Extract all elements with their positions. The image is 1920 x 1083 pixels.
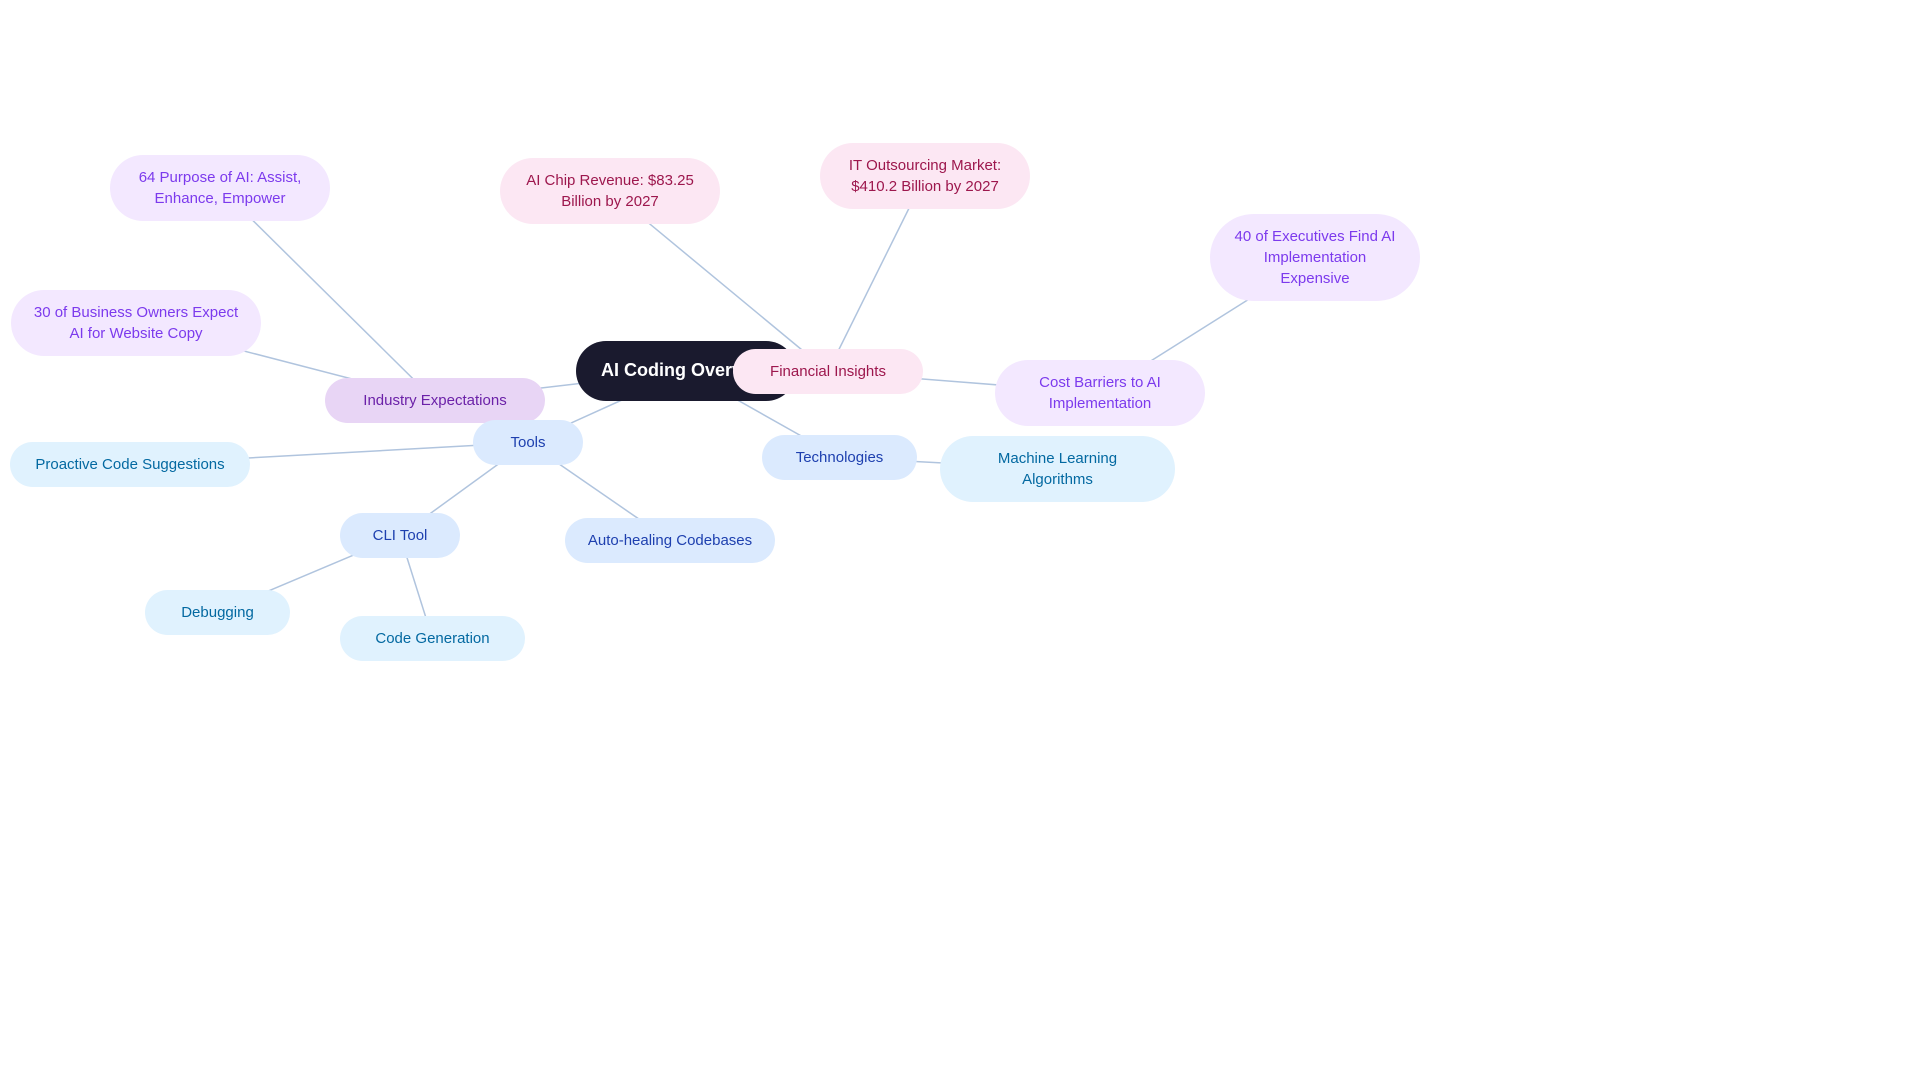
node-it-outsourcing: IT Outsourcing Market: $410.2 Billion by… [820, 143, 1030, 209]
node-machine-learning: Machine Learning Algorithms [940, 436, 1175, 502]
node-tools: Tools [473, 420, 583, 465]
node-executives-expensive: 40 of Executives Find AI Implementation … [1210, 214, 1420, 301]
node-industry-expectations: Industry Expectations [325, 378, 545, 423]
node-business-owners: 30 of Business Owners Expect AI for Webs… [11, 290, 261, 356]
node-purpose-of-ai: 64 Purpose of AI: Assist, Enhance, Empow… [110, 155, 330, 221]
node-code-generation: Code Generation [340, 616, 525, 661]
node-debugging: Debugging [145, 590, 290, 635]
node-cost-barriers: Cost Barriers to AI Implementation [995, 360, 1205, 426]
node-financial-insights: Financial Insights [733, 349, 923, 394]
node-cli-tool: CLI Tool [340, 513, 460, 558]
node-ai-chip-revenue: AI Chip Revenue: $83.25 Billion by 2027 [500, 158, 720, 224]
node-proactive-code: Proactive Code Suggestions [10, 442, 250, 487]
node-technologies: Technologies [762, 435, 917, 480]
node-auto-healing: Auto-healing Codebases [565, 518, 775, 563]
